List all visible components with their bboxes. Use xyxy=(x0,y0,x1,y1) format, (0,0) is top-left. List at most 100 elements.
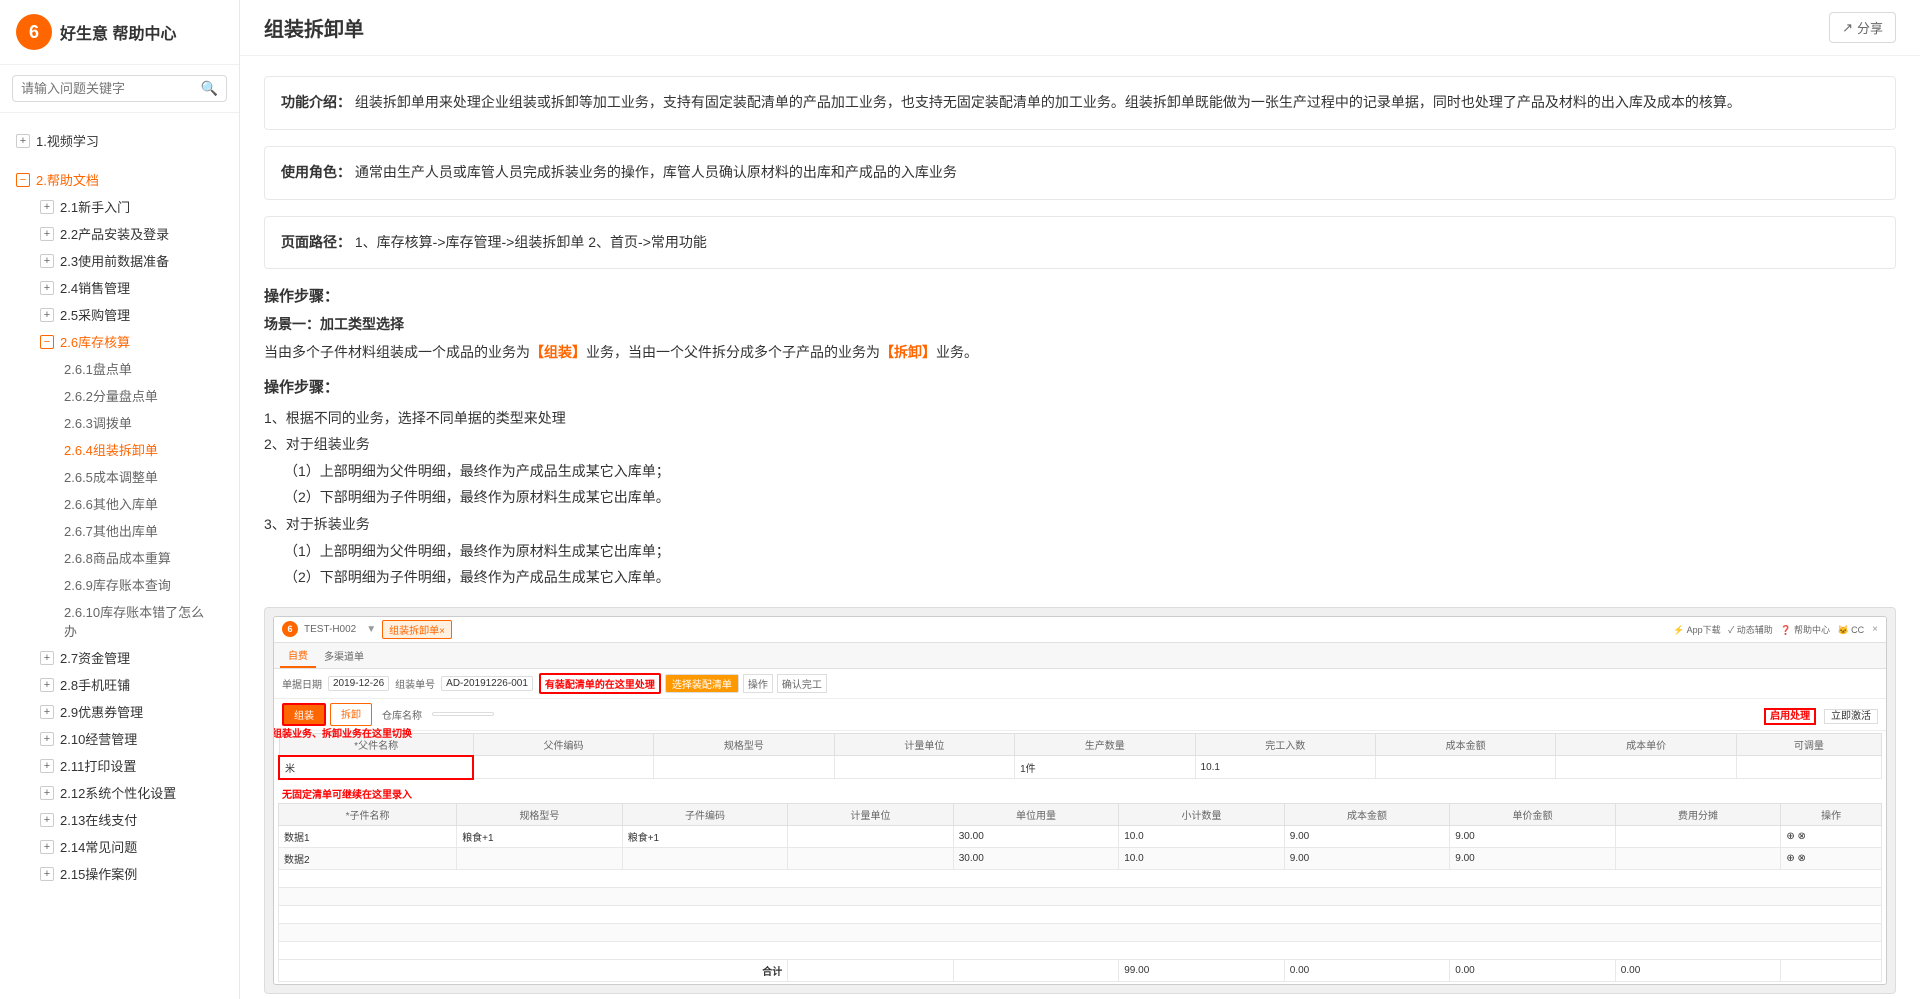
page-title: 组装拆卸单 xyxy=(264,13,364,42)
mock-upper-th-9: 可调量 xyxy=(1736,733,1881,756)
mock-field-date-label: 单据日期 xyxy=(282,676,322,691)
nav-sub-sec-21[interactable]: + 2.1新手入门 xyxy=(36,193,223,220)
mock-btn-assembly-list[interactable]: 选择装配清单 xyxy=(665,674,739,693)
mock-field-billno[interactable]: AD-20191226-001 xyxy=(441,676,533,691)
feature-intro-block: 功能介绍： 组装拆卸单用来处理企业组装或拆卸等加工业务，支持有固定装配清单的产品… xyxy=(264,76,1896,130)
mock-upper-td-qty: 1件 xyxy=(1015,756,1195,779)
logo-icon: 6 xyxy=(16,14,52,50)
path-text: 1、库存核算->库存管理->组装拆卸单 2、首页->常用功能 xyxy=(355,234,707,250)
mock-window: 6 TEST-H002 ▼ 组装拆卸单× ⚡ App下载 ✓ 动态辅助 ❓ 帮助… xyxy=(273,616,1887,985)
nav-sub-sec-23[interactable]: + 2.3使用前数据准备 xyxy=(36,247,223,274)
mock-upper-table-area: *父件名称 父件编码 规格型号 计量单位 生产数量 完工入数 成本金额 成本单价… xyxy=(274,731,1886,782)
nav-item-267[interactable]: 2.6.7其他出库单 xyxy=(56,517,223,544)
mock-lower-th-9: 费用分摊 xyxy=(1615,803,1781,825)
ops-section: 操作步骤： 场景一：加工类型选择 当由多个子件材料组装成一个成品的业务为【组装】… xyxy=(264,285,1896,590)
mock-btn-ops[interactable]: 操作 xyxy=(743,674,773,693)
main-content: 组装拆卸单 ↗ 分享 功能介绍： 组装拆卸单用来处理企业组装或拆卸等加工业务，支… xyxy=(240,0,1920,999)
mock-upper-td-spec xyxy=(654,756,834,779)
nav-tree: + 1.视频学习 − 2.帮助文档 + 2.1新手入门 + 2.2产品安装及登录 xyxy=(0,113,239,999)
ops-title: 操作步骤： xyxy=(264,285,1896,306)
mock-lower-row-2: 数据2 30.00 10.0 9.00 9.00 ⊕ ⊗ xyxy=(279,847,1882,869)
mock-nav-breadcrumb: ▼ xyxy=(366,624,376,635)
scene1-title: 场景一：加工类型选择 xyxy=(264,314,1896,334)
nav-sub-sec-211[interactable]: + 2.11打印设置 xyxy=(36,752,223,779)
step-2-1: （1）上部明细为父件明细，最终作为产成品生成某它入库单； xyxy=(264,458,1896,485)
nav-section-header-1[interactable]: + 1.视频学习 xyxy=(16,127,223,154)
nav-item-268[interactable]: 2.6.8商品成本重算 xyxy=(56,544,223,571)
mock-toolbar-right: ⚡ App下载 ✓ 动态辅助 ❓ 帮助中心 🐱 CC xyxy=(1673,623,1864,636)
path-block: 页面路径： 1、库存核算->库存管理->组装拆卸单 2、首页->常用功能 xyxy=(264,216,1896,270)
nav-item-264[interactable]: 2.6.4组装拆卸单 xyxy=(56,436,223,463)
nav-label-28: 2.8手机旺铺 xyxy=(60,675,130,694)
nav-sub-sec-24[interactable]: + 2.4销售管理 xyxy=(36,274,223,301)
mock-type-assemble[interactable]: 组装 xyxy=(282,703,326,726)
nav-section-header-2[interactable]: − 2.帮助文档 xyxy=(16,166,223,193)
nav-item-2610[interactable]: 2.6.10库存账本错了怎么办 xyxy=(56,598,223,644)
nav-item-269[interactable]: 2.6.9库存账本查询 xyxy=(56,571,223,598)
expand-icon-212: + xyxy=(40,786,54,800)
nav-sub-sec-210[interactable]: + 2.10经营管理 xyxy=(36,725,223,752)
screenshot-mockup: 6 TEST-H002 ▼ 组装拆卸单× ⚡ App下载 ✓ 动态辅助 ❓ 帮助… xyxy=(265,616,1895,985)
mock-lower-row-4 xyxy=(279,887,1882,905)
nav-section-2: − 2.帮助文档 + 2.1新手入门 + 2.2产品安装及登录 + 2.3使用前… xyxy=(0,160,239,893)
step-1: 1、根据不同的业务，选择不同单据的类型来处理 xyxy=(264,405,1896,432)
nav-sub-sec-22[interactable]: + 2.2产品安装及登录 xyxy=(36,220,223,247)
expand-icon-24: + xyxy=(40,281,54,295)
nav-sub-sec-214[interactable]: + 2.14常见问题 xyxy=(36,833,223,860)
nav-sub-sec-25[interactable]: + 2.5采购管理 xyxy=(36,301,223,328)
path-label: 页面路径： xyxy=(281,234,351,250)
nav-sub-sec-28[interactable]: + 2.8手机旺铺 xyxy=(36,671,223,698)
expand-icon-214: + xyxy=(40,840,54,854)
mock-upper-th-4: 计量单位 xyxy=(834,733,1014,756)
screenshot-container: 6 TEST-H002 ▼ 组装拆卸单× ⚡ App下载 ✓ 动态辅助 ❓ 帮助… xyxy=(264,607,1896,994)
nav-sub-sec-27[interactable]: + 2.7资金管理 xyxy=(36,644,223,671)
mock-nav-btn: 组装拆卸单× xyxy=(382,620,452,639)
expand-icon-29: + xyxy=(40,705,54,719)
nav-sub-sec-212[interactable]: + 2.12系统个性化设置 xyxy=(36,779,223,806)
nav-item-263[interactable]: 2.6.3调拨单 xyxy=(56,409,223,436)
nav-sub-sec-29[interactable]: + 2.9优惠券管理 xyxy=(36,698,223,725)
mock-upper-td-code xyxy=(473,756,653,779)
expand-icon-27: + xyxy=(40,651,54,665)
nav-item-265[interactable]: 2.6.5成本调整单 xyxy=(56,463,223,490)
nav-label-23: 2.3使用前数据准备 xyxy=(60,251,169,270)
role-block: 使用角色： 通常由生产人员或库管人员完成拆装业务的操作，库管人员确认原材料的出库… xyxy=(264,146,1896,200)
mock-btn-confirm[interactable]: 确认完工 xyxy=(777,674,827,693)
role-text: 通常由生产人员或库管人员完成拆装业务的操作，库管人员确认原材料的出库和产成品的入… xyxy=(355,164,957,180)
mock-enable-btn[interactable]: 立即激活 xyxy=(1824,709,1878,724)
mock-field-date[interactable]: 2019-12-26 xyxy=(328,676,389,691)
step-2-2: （2）下部明细为子件明细，最终作为原材料生成某它出库单。 xyxy=(264,484,1896,511)
mock-warehouse-input[interactable] xyxy=(432,712,494,716)
nav-label-25: 2.5采购管理 xyxy=(60,305,130,324)
nav-item-266[interactable]: 2.6.6其他入库单 xyxy=(56,490,223,517)
mock-upper-td-name: 米 xyxy=(279,756,473,779)
mock-lower-th-7: 成本金额 xyxy=(1284,803,1450,825)
app-title: 好生意 帮助中心 xyxy=(60,20,176,44)
mock-type-disassemble[interactable]: 拆卸 xyxy=(330,703,372,726)
mock-tab-home[interactable]: 自费 xyxy=(280,643,316,668)
mock-lower-th-8: 单价金额 xyxy=(1450,803,1616,825)
mock-lower-row-3 xyxy=(279,869,1882,887)
logo-area: 6 好生意 帮助中心 xyxy=(0,0,239,65)
nav-section-label-2: 2.帮助文档 xyxy=(36,170,99,189)
share-button[interactable]: ↗ 分享 xyxy=(1829,12,1896,43)
nav-item-262[interactable]: 2.6.2分量盘点单 xyxy=(56,382,223,409)
mock-lower-th-1: *子件名称 xyxy=(279,803,457,825)
mock-upper-th-6: 完工入数 xyxy=(1195,733,1375,756)
expand-icon-215: + xyxy=(40,867,54,881)
search-box[interactable]: 🔍 xyxy=(12,75,227,102)
mock-annotation-1: 有装配清单的在这里处理 xyxy=(539,673,661,694)
search-input[interactable] xyxy=(21,81,201,96)
nav-section-label-1: 1.视频学习 xyxy=(36,131,99,150)
mock-lower-table: *子件名称 规格型号 子件编码 计量单位 单位用量 小计数量 成本金额 单价金额… xyxy=(278,803,1882,982)
nav-item-261[interactable]: 2.6.1盘点单 xyxy=(56,355,223,382)
nav-sub-sec-213[interactable]: + 2.13在线支付 xyxy=(36,806,223,833)
nav-sub-sec-26[interactable]: − 2.6库存核算 xyxy=(36,328,223,355)
expand-icon-213: + xyxy=(40,813,54,827)
expand-icon-25: + xyxy=(40,308,54,322)
nav-label-210: 2.10经营管理 xyxy=(60,729,137,748)
mock-tab-multi[interactable]: 多渠道单 xyxy=(316,644,372,667)
sidebar: 6 好生意 帮助中心 🔍 + 1.视频学习 − 2.帮助文档 xyxy=(0,0,240,999)
step-3: 3、对于拆装业务 xyxy=(264,511,1896,538)
nav-sub-sec-215[interactable]: + 2.15操作案例 xyxy=(36,860,223,887)
